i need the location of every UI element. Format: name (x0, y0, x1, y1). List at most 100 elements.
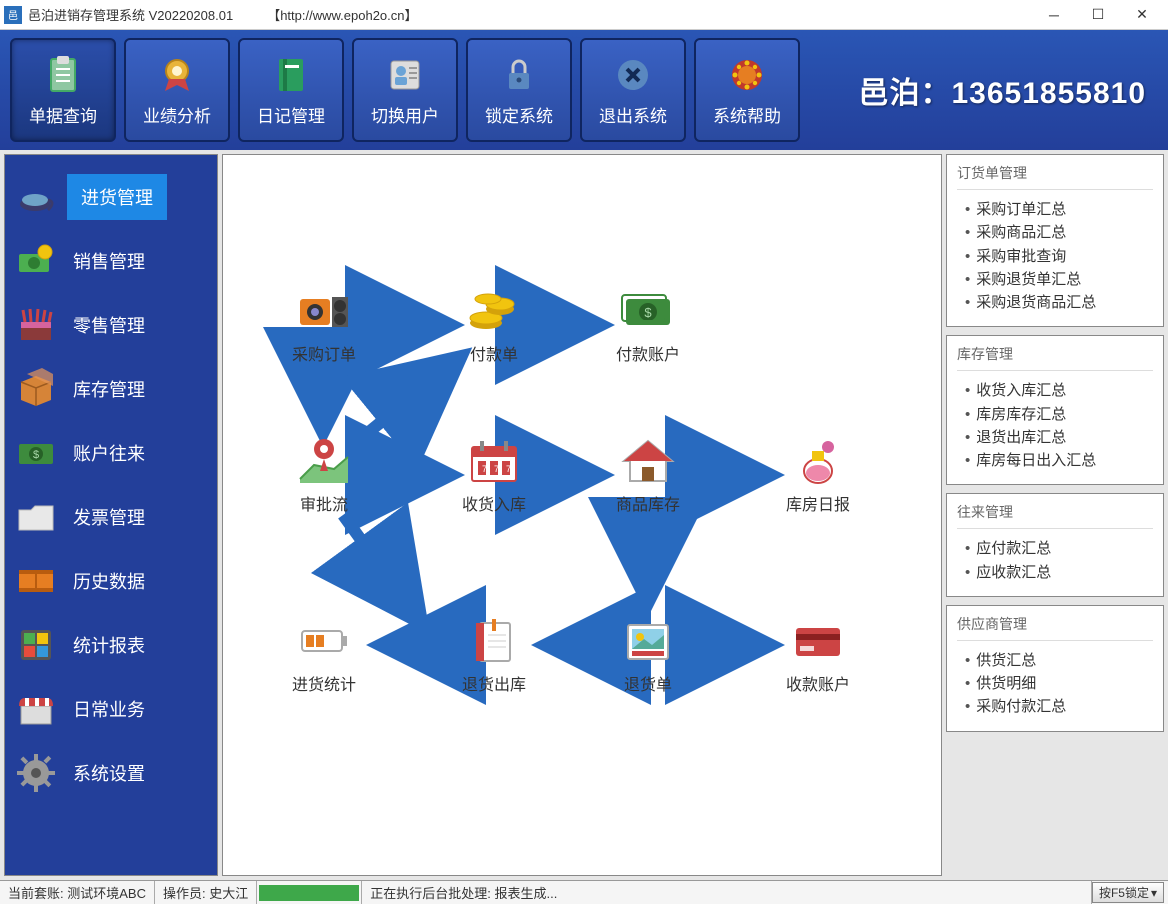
content-area: 进货管理 销售管理 零售管理 库存管理 $ 账户往来 发票管理 历史数据 统计报 (0, 150, 1168, 880)
ribbon-label: 退出系统 (599, 102, 667, 127)
right-panel: 订货单管理 采购订单汇总 采购商品汇总 采购审批查询 采购退货单汇总 采购退货商… (946, 154, 1164, 876)
sidebar-item-sales[interactable]: 销售管理 (9, 229, 213, 293)
sidebar-item-invoice[interactable]: 发票管理 (9, 485, 213, 549)
node-label: 收款账户 (773, 671, 863, 695)
node-label: 收货入库 (449, 491, 539, 515)
group-payable-mgmt: 往来管理 应付款汇总 应收款汇总 (946, 493, 1164, 597)
ribbon-lock-button[interactable]: 锁定系统 (466, 38, 572, 142)
node-label: 付款账户 (603, 341, 693, 365)
sidebar-item-purchase[interactable]: 进货管理 (9, 165, 213, 229)
minimize-button[interactable]: ─ (1032, 1, 1076, 29)
link-item[interactable]: 采购退货单汇总 (965, 268, 1153, 291)
perfume-icon (788, 435, 848, 487)
window-url: 【http://www.epoh2o.cn】 (267, 5, 417, 24)
chip-icon (723, 54, 771, 96)
svg-text:7: 7 (494, 464, 499, 474)
sidebar-label: 进货管理 (67, 174, 167, 220)
sidebar-item-settings[interactable]: 系统设置 (9, 741, 213, 805)
link-item[interactable]: 退货出库汇总 (965, 426, 1153, 449)
ribbon-switchuser-button[interactable]: 切换用户 (352, 38, 458, 142)
status-bar: 当前套账: 测试环境ABC 操作员: 史大江 正在执行后台批处理: 报表生成..… (0, 880, 1168, 904)
cash-icon: $ (618, 285, 678, 337)
ribbon-exit-button[interactable]: 退出系统 (580, 38, 686, 142)
ribbon-label: 切换用户 (371, 102, 439, 127)
status-value: 测试环境ABC (67, 883, 146, 902)
sidebar-label: 库存管理 (67, 366, 151, 412)
node-stock[interactable]: 商品库存 (603, 435, 693, 515)
status-label: 当前套账: (8, 883, 64, 902)
node-approval[interactable]: 审批流 (279, 435, 369, 515)
clipboard-icon (39, 54, 87, 96)
sidebar-item-history[interactable]: 历史数据 (9, 549, 213, 613)
group-order-mgmt: 订货单管理 采购订单汇总 采购商品汇总 采购审批查询 采购退货单汇总 采购退货商… (946, 154, 1164, 327)
node-return-out[interactable]: 退货出库 (449, 615, 539, 695)
link-item[interactable]: 应付款汇总 (965, 537, 1153, 560)
link-item[interactable]: 采购订单汇总 (965, 198, 1153, 221)
sidebar-item-inventory[interactable]: 库存管理 (9, 357, 213, 421)
maximize-button[interactable]: ☐ (1076, 1, 1120, 29)
sidebar-item-retail[interactable]: 零售管理 (9, 293, 213, 357)
link-item[interactable]: 采购审批查询 (965, 245, 1153, 268)
flow-arrows (223, 155, 923, 875)
shop-icon (15, 688, 57, 730)
ribbon-toolbar: 单据查询 业绩分析 日记管理 切换用户 锁定系统 退出系统 系统帮助 邑泊：13… (0, 30, 1168, 150)
link-item[interactable]: 应收款汇总 (965, 561, 1153, 584)
picture-icon (618, 615, 678, 667)
node-label: 库房日报 (773, 491, 863, 515)
link-item[interactable]: 供货汇总 (965, 649, 1153, 672)
medal-icon (153, 54, 201, 96)
node-label: 进货统计 (279, 671, 369, 695)
sidebar-label: 统计报表 (67, 622, 151, 668)
ribbon-label: 系统帮助 (713, 102, 781, 127)
node-label: 采购订单 (279, 341, 369, 365)
brand-text: 邑泊：13651855810 (858, 68, 1158, 112)
link-item[interactable]: 库房库存汇总 (965, 403, 1153, 426)
calendar-icon: 777 (464, 435, 524, 487)
node-return-bill[interactable]: 退货单 (603, 615, 693, 695)
link-item[interactable]: 采购退货商品汇总 (965, 291, 1153, 314)
node-daily-report[interactable]: 库房日报 (773, 435, 863, 515)
link-item[interactable]: 供货明细 (965, 672, 1153, 695)
calculator-icon (15, 624, 57, 666)
lock-f5-button[interactable]: 按F5锁定▾ (1092, 882, 1164, 903)
lock-icon (495, 54, 543, 96)
link-item[interactable]: 收货入库汇总 (965, 379, 1153, 402)
node-payment-bill[interactable]: 付款单 (449, 285, 539, 365)
link-item[interactable]: 采购商品汇总 (965, 221, 1153, 244)
sidebar: 进货管理 销售管理 零售管理 库存管理 $ 账户往来 发票管理 历史数据 统计报 (4, 154, 218, 876)
gear-icon (15, 752, 57, 794)
sidebar-item-account[interactable]: $ 账户往来 (9, 421, 213, 485)
coins-icon (464, 285, 524, 337)
cake-icon (15, 304, 57, 346)
ribbon-diary-button[interactable]: 日记管理 (238, 38, 344, 142)
status-task: 正在执行后台批处理: 报表生成... (362, 881, 1092, 904)
node-label: 付款单 (449, 341, 539, 365)
money-icon (15, 240, 57, 282)
svg-text:$: $ (33, 449, 39, 461)
group-title: 供应商管理 (957, 614, 1153, 641)
ribbon-query-button[interactable]: 单据查询 (10, 38, 116, 142)
node-payment-account[interactable]: $ 付款账户 (603, 285, 693, 365)
cup-icon (15, 176, 57, 218)
status-account: 当前套账: 测试环境ABC (0, 881, 155, 904)
sidebar-item-report[interactable]: 统计报表 (9, 613, 213, 677)
node-receive[interactable]: 777 收货入库 (449, 435, 539, 515)
app-icon: 邑 (4, 6, 22, 24)
node-purchase-order[interactable]: 采购订单 (279, 285, 369, 365)
status-operator: 操作员: 史大江 (155, 881, 257, 904)
sidebar-item-daily[interactable]: 日常业务 (9, 677, 213, 741)
ribbon-label: 日记管理 (257, 102, 325, 127)
node-label: 审批流 (279, 491, 369, 515)
node-statistics[interactable]: 进货统计 (279, 615, 369, 695)
node-collect-account[interactable]: 收款账户 (773, 615, 863, 695)
node-label: 退货出库 (449, 671, 539, 695)
ribbon-analysis-button[interactable]: 业绩分析 (124, 38, 230, 142)
link-item[interactable]: 采购付款汇总 (965, 695, 1153, 718)
close-button[interactable]: ✕ (1120, 1, 1164, 29)
group-title: 订货单管理 (957, 163, 1153, 190)
group-title: 往来管理 (957, 502, 1153, 529)
ribbon-help-button[interactable]: 系统帮助 (694, 38, 800, 142)
link-item[interactable]: 库房每日出入汇总 (965, 449, 1153, 472)
film-icon (15, 560, 57, 602)
sidebar-label: 账户往来 (67, 430, 151, 476)
